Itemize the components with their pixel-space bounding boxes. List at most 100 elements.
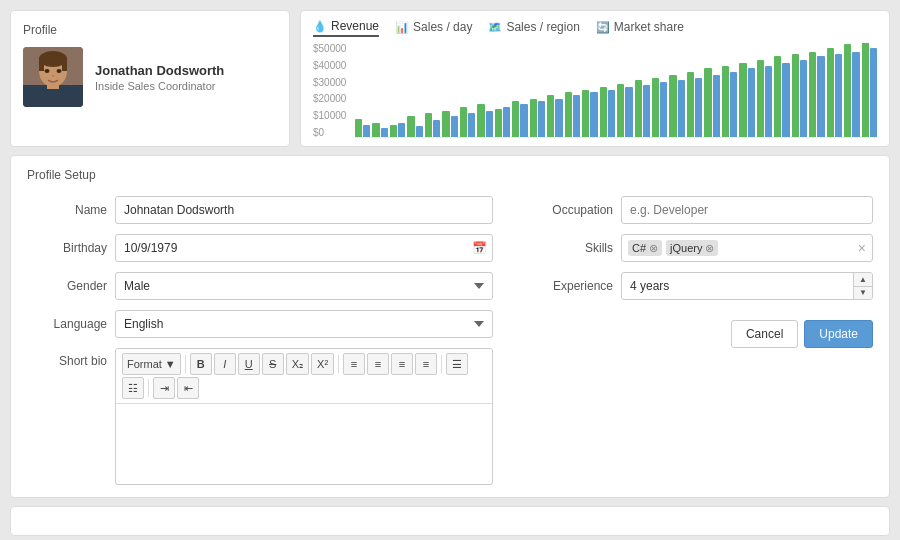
skills-clear-button[interactable]: ×: [858, 240, 866, 256]
bar-green: [582, 90, 589, 138]
bar-green: [739, 63, 746, 137]
svg-point-7: [45, 69, 50, 73]
toolbar-sep-3: [441, 355, 442, 373]
top-row: Profile: [10, 10, 890, 147]
align-right-button[interactable]: ≡: [391, 353, 413, 375]
bar-green: [512, 101, 519, 137]
editor-body[interactable]: [116, 404, 492, 484]
skills-container[interactable]: C# ⊗ jQuery ⊗ ×: [621, 234, 873, 262]
bar-group: [460, 107, 475, 137]
bar-blue: [643, 85, 650, 137]
bar-group: [582, 90, 597, 138]
bars-container: [355, 43, 877, 138]
bar-green: [530, 99, 537, 137]
chart-tabs: 💧 Revenue 📊 Sales / day 🗺️ Sales / regio…: [313, 19, 877, 37]
bar-blue: [398, 123, 405, 137]
tab-sales-day[interactable]: 📊 Sales / day: [395, 20, 472, 36]
bar-group: [827, 48, 842, 137]
experience-decrement-button[interactable]: ▼: [854, 287, 872, 300]
bar-group: [844, 44, 859, 137]
birthday-input-wrapper: 📅: [115, 234, 493, 262]
bold-button[interactable]: B: [190, 353, 212, 375]
bar-group: [355, 119, 370, 137]
bar-blue: [363, 125, 370, 137]
ordered-list-button[interactable]: ☷: [122, 377, 144, 399]
language-select[interactable]: English Spanish French German: [115, 310, 493, 338]
justify-button[interactable]: ≡: [415, 353, 437, 375]
chart-card: 💧 Revenue 📊 Sales / day 🗺️ Sales / regio…: [300, 10, 890, 147]
sales-region-icon: 🗺️: [488, 21, 502, 34]
gender-row: Gender Male Female Other: [27, 272, 493, 300]
bar-group: [617, 84, 632, 137]
bar-blue: [730, 72, 737, 137]
occupation-label: Occupation: [533, 203, 613, 217]
form-column-left: Name Birthday 📅 Gender Male Fema: [27, 196, 493, 485]
bar-group: [547, 95, 562, 137]
occupation-input[interactable]: [621, 196, 873, 224]
bar-blue: [625, 87, 632, 137]
bar-group: [390, 123, 405, 137]
bar-group: [495, 107, 510, 137]
language-row: Language English Spanish French German: [27, 310, 493, 338]
bar-group: [565, 92, 580, 137]
name-input[interactable]: [115, 196, 493, 224]
y-labels: $50000 $40000 $30000 $20000 $10000 $0: [313, 43, 353, 138]
outdent-button[interactable]: ⇤: [177, 377, 199, 399]
form-layout: Name Birthday 📅 Gender Male Fema: [27, 196, 873, 485]
underline-button[interactable]: U: [238, 353, 260, 375]
bar-green: [652, 78, 659, 137]
birthday-input[interactable]: [115, 234, 493, 262]
cancel-button[interactable]: Cancel: [731, 320, 798, 348]
revenue-icon: 💧: [313, 20, 327, 33]
remove-jquery-button[interactable]: ⊗: [705, 243, 714, 254]
bar-blue: [695, 78, 702, 137]
editor-container: Format ▼ B I U S X₂ X² ≡ ≡: [115, 348, 493, 485]
strikethrough-button[interactable]: S: [262, 353, 284, 375]
svg-point-9: [52, 75, 55, 77]
bar-group: [669, 75, 684, 137]
bar-group: [757, 60, 772, 137]
experience-increment-button[interactable]: ▲: [854, 273, 872, 287]
bar-green: [390, 125, 397, 137]
bar-group: [809, 52, 824, 138]
bar-blue: [573, 95, 580, 137]
bar-green: [442, 111, 449, 137]
bar-green: [687, 72, 694, 137]
bar-group: [530, 99, 545, 137]
tab-market-share[interactable]: 🔄 Market share: [596, 20, 684, 36]
update-button[interactable]: Update: [804, 320, 873, 348]
bar-green: [407, 116, 414, 137]
bar-group: [687, 72, 702, 137]
bar-green: [722, 66, 729, 137]
tab-sales-region[interactable]: 🗺️ Sales / region: [488, 20, 579, 36]
bar-green: [617, 84, 624, 137]
bar-group: [792, 54, 807, 137]
tab-revenue[interactable]: 💧 Revenue: [313, 19, 379, 37]
gender-select[interactable]: Male Female Other: [115, 272, 493, 300]
toolbar-sep-4: [148, 379, 149, 397]
unordered-list-button[interactable]: ☰: [446, 353, 468, 375]
bar-green: [669, 75, 676, 137]
calendar-icon[interactable]: 📅: [472, 241, 487, 255]
bar-group: [600, 87, 615, 137]
format-dropdown[interactable]: Format ▼: [122, 353, 181, 375]
bar-group: [862, 43, 877, 137]
align-center-button[interactable]: ≡: [367, 353, 389, 375]
indent-button[interactable]: ⇥: [153, 377, 175, 399]
sales-day-icon: 📊: [395, 21, 409, 34]
language-label: Language: [27, 317, 107, 331]
bar-green: [809, 52, 816, 138]
subscript-button[interactable]: X₂: [286, 353, 309, 375]
bar-blue: [416, 126, 423, 137]
bar-group: [442, 111, 457, 137]
bar-blue: [555, 99, 562, 137]
align-left-button[interactable]: ≡: [343, 353, 365, 375]
superscript-button[interactable]: X²: [311, 353, 334, 375]
italic-button[interactable]: I: [214, 353, 236, 375]
skill-tag-csharp: C# ⊗: [628, 240, 662, 256]
editor-toolbar: Format ▼ B I U S X₂ X² ≡ ≡: [116, 349, 492, 404]
bar-green: [460, 107, 467, 137]
remove-csharp-button[interactable]: ⊗: [649, 243, 658, 254]
bar-green: [844, 44, 851, 137]
bar-blue: [608, 90, 615, 138]
